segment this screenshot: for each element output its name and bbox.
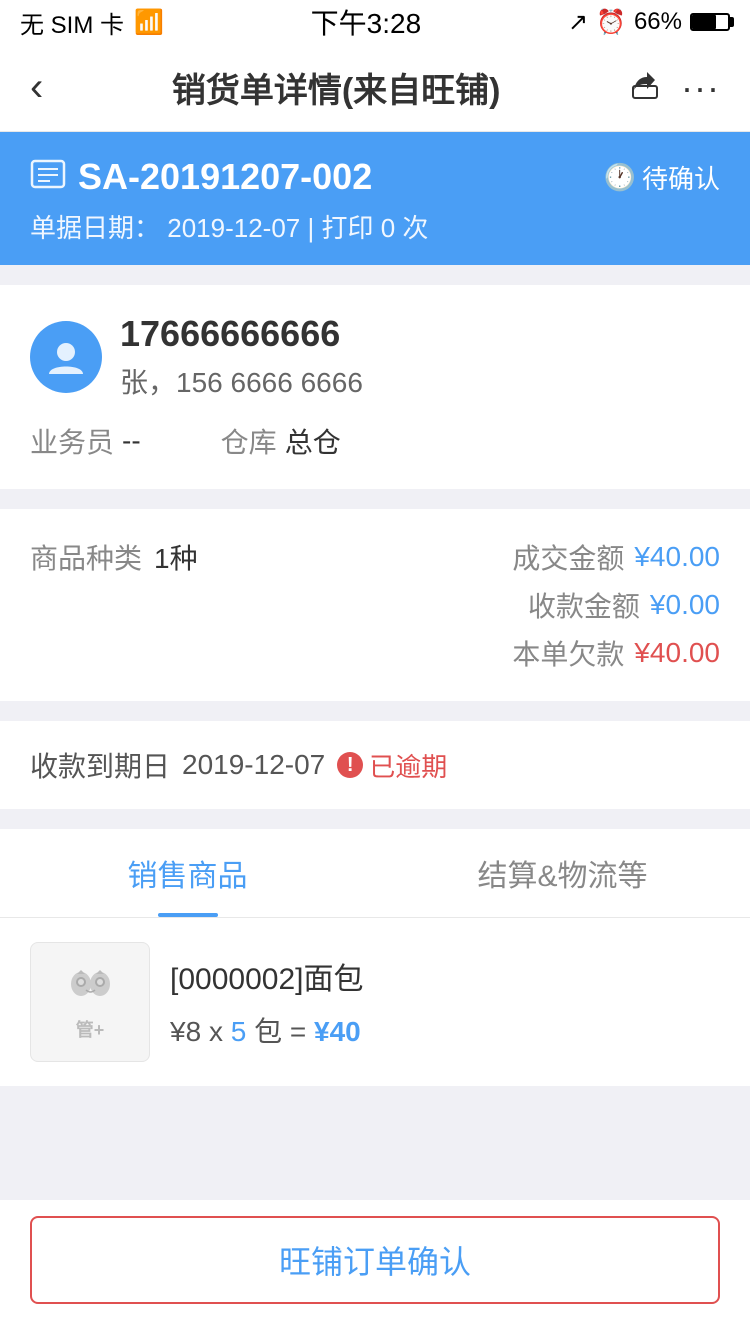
wifi-icon: 📶 [134,8,164,37]
multiply-symbol: x [209,1016,231,1047]
due-date-label: 收款到期日 [30,745,170,785]
battery-icon [690,13,730,31]
product-thumb-inner: 管+ [63,962,118,1042]
customer-info: 17666666666 张，156 6666 6666 [120,313,363,401]
location-icon: ↗ [568,8,588,37]
order-header-band: SA-20191207-002 🕐 待确认 单据日期： 2019-12-07 |… [0,132,750,265]
received-amount-value: ¥0.00 [650,589,720,621]
order-id-text: SA-20191207-002 [78,156,372,198]
amounts-right: 成交金额 ¥40.00 收款金额 ¥0.00 本单欠款 ¥40.00 [512,537,720,673]
tab-sales-goods-label: 销售商品 [128,851,248,895]
tabs-section: 销售商品 结算&物流等 [0,829,750,1086]
order-status-text: 待确认 [642,159,720,196]
status-left: 无 SIM 卡 📶 [20,5,164,40]
tab-settlement-label: 结算&物流等 [477,851,647,895]
warehouse-value: 总仓 [285,421,341,461]
sales-meta: 业务员 -- [30,421,141,461]
tab-sales-goods[interactable]: 销售商品 [0,829,375,917]
amounts-section: 商品种类 1种 成交金额 ¥40.00 收款金额 ¥0.00 本单欠款 ¥40.… [0,509,750,701]
qty-value: 5 [231,1016,247,1047]
amounts-row: 商品种类 1种 成交金额 ¥40.00 收款金额 ¥0.00 本单欠款 ¥40.… [30,537,720,673]
deal-amount-line: 成交金额 ¥40.00 [512,537,720,577]
goods-kind-value: 1种 [154,537,198,577]
current-time: 下午3:28 [311,2,422,42]
tab-settlement[interactable]: 结算&物流等 [375,829,750,917]
product-info: [0000002]面包 ¥8 x 5 包 = ¥40 [170,954,720,1050]
price-label: ¥8 [170,1016,201,1047]
status-bar: 无 SIM 卡 📶 下午3:28 ↗ ⏰ 66% [0,0,750,44]
bottom-bar: 旺铺订单确认 [0,1200,750,1334]
overdue-icon: ! [337,752,363,778]
order-id-row: SA-20191207-002 🕐 待确认 [30,156,720,198]
due-date-section: 收款到期日 2019-12-07 ! 已逾期 [0,721,750,809]
customer-name-alt: 张，156 6666 6666 [120,361,363,401]
overdue-text: 已逾期 [369,747,447,784]
owed-amount-line: 本单欠款 ¥40.00 [512,633,720,673]
sales-value: -- [122,425,141,457]
order-date-row: 单据日期： 2019-12-07 | 打印 0 次 [30,208,720,245]
carrier-label: 无 SIM 卡 [20,5,124,40]
product-name: [0000002]面包 [170,954,720,998]
overdue-badge: ! 已逾期 [337,747,447,784]
customer-meta: 业务员 -- 仓库 总仓 [30,421,720,461]
more-icon[interactable]: ··· [681,67,720,109]
nav-actions: ··· [629,67,720,109]
customer-phone: 17666666666 [120,313,363,355]
back-button[interactable]: ‹ [30,65,43,110]
goods-kind-label: 商品种类 [30,537,142,577]
confirm-order-button[interactable]: 旺铺订单确认 [30,1216,720,1304]
order-icon [30,156,66,198]
owed-amount-label: 本单欠款 [512,633,624,673]
status-right: ↗ ⏰ 66% [568,8,730,37]
product-thumbnail: 管+ [30,942,150,1062]
brand-owl-icon [63,962,118,1012]
unit-label: 包 [254,1016,282,1047]
goods-kind: 商品种类 1种 [30,537,198,577]
deal-amount-value: ¥40.00 [634,541,720,573]
brand-name: 管+ [76,1016,105,1042]
clock-icon: 🕐 [604,162,636,193]
separator: | [307,213,321,243]
date-label: 单据日期： [30,213,160,243]
order-status: 🕐 待确认 [604,159,720,196]
tab-active-underline [158,913,218,917]
print-text: 打印 0 次 [321,213,428,243]
deal-amount-label: 成交金额 [512,537,624,577]
alarm-icon: ⏰ [596,8,626,37]
nav-bar: ‹ 销货单详情(来自旺铺) ··· [0,44,750,132]
product-total: ¥40 [314,1016,361,1047]
customer-section: 17666666666 张，156 6666 6666 业务员 -- 仓库 总仓 [0,285,750,489]
tabs-row: 销售商品 结算&物流等 [0,829,750,918]
avatar [30,321,102,393]
order-date: 2019-12-07 [167,213,300,243]
sales-label: 业务员 [30,421,114,461]
order-id: SA-20191207-002 [30,156,372,198]
equals-symbol: = [290,1016,314,1047]
warehouse-meta: 仓库 总仓 [221,421,341,461]
page-title: 销货单详情(来自旺铺) [172,63,501,112]
received-amount-line: 收款金额 ¥0.00 [528,585,720,625]
share-icon[interactable] [629,68,661,108]
product-section: 管+ [0000002]面包 ¥8 x 5 包 = ¥40 [0,918,750,1086]
owed-amount-value: ¥40.00 [634,637,720,669]
battery-label: 66% [634,8,682,36]
warehouse-label: 仓库 [221,421,277,461]
due-date-value: 2019-12-07 [182,749,325,781]
received-amount-label: 收款金额 [528,585,640,625]
customer-top: 17666666666 张，156 6666 6666 [30,313,720,401]
product-price-row: ¥8 x 5 包 = ¥40 [170,1010,720,1050]
